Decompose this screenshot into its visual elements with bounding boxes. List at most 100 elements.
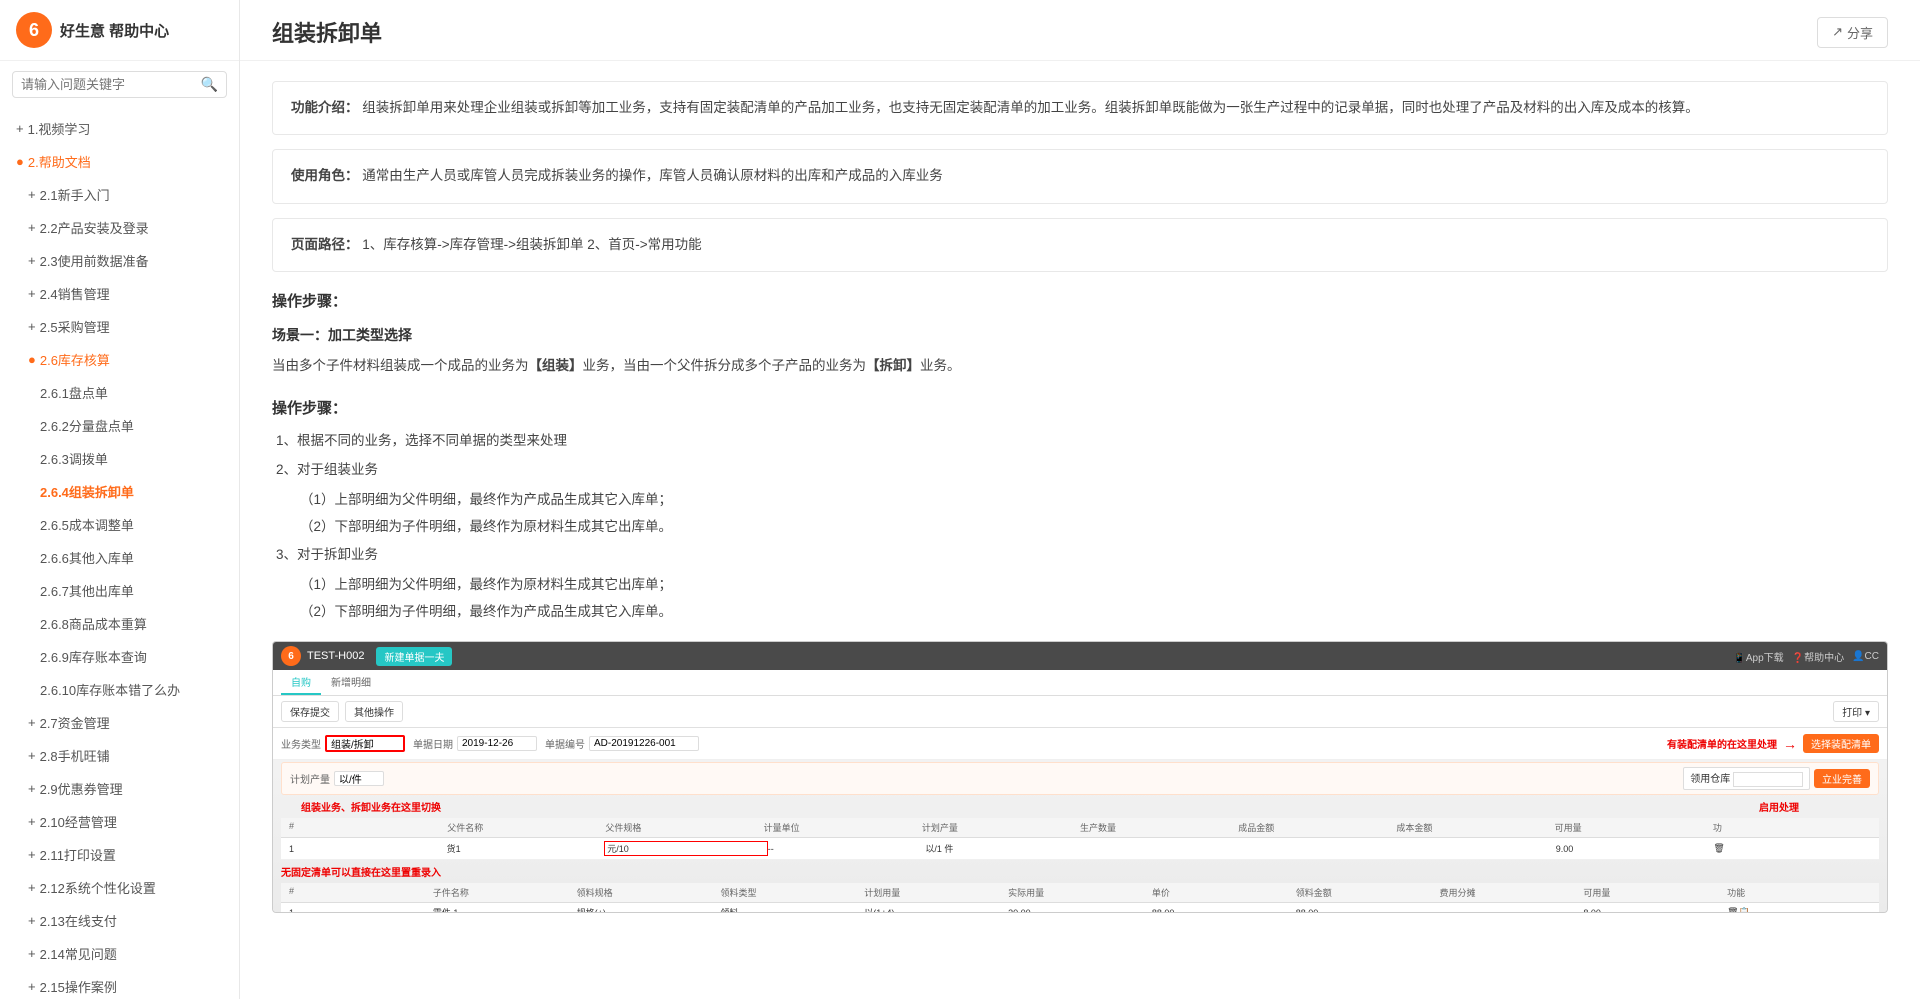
expand-icon: + [28,220,36,235]
expand-icon: + [28,880,36,895]
search-input[interactable] [21,77,201,92]
expand-icon: ● [28,352,36,367]
expand-icon: + [28,253,36,268]
sidebar-item-ledger-err[interactable]: 2.6.10库存账本错了么办 [0,673,239,706]
mock-num-input[interactable] [589,736,699,751]
sidebar-item-purchase[interactable]: + 2.5采购管理 [0,310,239,343]
expand-icon: ● [16,154,24,169]
sidebar-item-label: 2.帮助文档 [28,152,91,171]
step3: 3、对于拆卸业务 [272,542,1888,568]
role-text: 通常由生产人员或库管人员完成拆装业务的操作，库管人员确认原材料的出库和产成品的入… [362,168,943,183]
search-box[interactable]: 🔍 [12,71,227,98]
mock-print-btn[interactable]: 打印 ▾ [1833,701,1879,722]
expand-icon: + [28,913,36,928]
sidebar-item-dataprep[interactable]: + 2.3使用前数据准备 [0,244,239,277]
expand-icon: + [28,715,36,730]
sidebar-item-newcomer[interactable]: + 2.1新手入门 [0,178,239,211]
sidebar-item-print[interactable]: + 2.11打印设置 [0,838,239,871]
sidebar-item-ledger[interactable]: 2.6.9库存账本查询 [0,640,239,673]
mock-annotation2: 组装业务、拆卸业务在这里切换 [301,799,441,814]
mock-top-header: # 父件名称 父件规格 计量单位 计划产量 生产数量 成品金额 成本金额 可用量… [281,818,1879,838]
expand-icon: + [28,814,36,829]
sidebar-item-video[interactable]: + 1.视频学习 [0,112,239,145]
sidebar-item-inventory[interactable]: ● 2.6库存核算 [0,343,239,376]
mock-user-icon: 👤CC [1852,651,1879,662]
sidebar-item-label: 2.6.8商品成本重算 [40,614,147,633]
sidebar-item-mobile[interactable]: + 2.8手机旺铺 [0,739,239,772]
mock-enable-label: 领用仓库 [1690,774,1730,785]
intro-block: 功能介绍： 组装拆卸单用来处理企业组装或拆卸等加工业务，支持有固定装配清单的产品… [272,81,1888,135]
page-title: 组装拆卸单 [272,16,382,48]
sidebar-item-onlinepay[interactable]: + 2.13在线支付 [0,904,239,937]
mock-date-input[interactable] [457,736,537,751]
sidebar-item-label: 2.1新手入门 [40,185,110,204]
sidebar-item-label: 2.6.10库存账本错了么办 [40,680,180,699]
sidebar-item-sort[interactable]: 2.6.3调拨单 [0,442,239,475]
mock-bom-btn[interactable]: 选择装配清单 [1803,734,1879,753]
sidebar-item-assemble[interactable]: 2.6.4组装拆卸单 [0,475,239,508]
expand-icon: + [28,319,36,334]
expand-icon: + [16,121,24,136]
sidebar-item-label: 2.6.5成本调整单 [40,515,134,534]
mock-bottom-table: # 子件名称 领料规格 领料类型 计划用量 实际用量 单价 领料金额 费用分摊 … [281,883,1879,912]
mock-qty-input[interactable] [334,771,384,786]
sidebar-item-split[interactable]: 2.6.2分量盘点单 [0,409,239,442]
sidebar-item-otherout[interactable]: 2.6.7其他出库单 [0,574,239,607]
share-icon: ↗ [1832,24,1843,40]
mock-field-row1: 业务类型 单据日期 单据编号 [273,728,1887,760]
mock-field-num: 单据编号 [545,736,699,751]
sidebar-item-recalc[interactable]: 2.6.8商品成本重算 [0,607,239,640]
intro-text: 组装拆卸单用来处理企业组装或拆卸等加工业务，支持有固定装配清单的产品加工业务，也… [362,100,1699,115]
steps-label: 操作步骤： [272,397,1888,418]
mock-tab-add[interactable]: 新增明细 [321,670,381,695]
sidebar-item-label: 2.6.2分量盘点单 [40,416,134,435]
role-label: 使用角色： [291,168,359,183]
expand-icon: + [28,781,36,796]
share-button[interactable]: ↗ 分享 [1817,17,1888,48]
mock-qty-label: 计划产量 [290,771,330,786]
sidebar-item-label: 2.13在线支付 [40,911,117,930]
sidebar-item-sysconfig[interactable]: + 2.12系统个性化设置 [0,871,239,904]
mock-toolbar: 保存提交 其他操作 打印 ▾ [273,696,1887,728]
sidebar-item-ops[interactable]: + 2.10经营管理 [0,805,239,838]
sidebar-item-install[interactable]: + 2.2产品安装及登录 [0,211,239,244]
mock-save-btn[interactable]: 保存提交 [281,701,339,722]
sidebar-item-label: 2.7资金管理 [40,713,110,732]
mock-ops-btn[interactable]: 其他操作 [345,701,403,722]
mock-top-table: # 父件名称 父件规格 计量单位 计划产量 生产数量 成品金额 成本金额 可用量… [281,818,1879,860]
step2-sub1: （1）上部明细为父件明细，最终作为产成品生成其它入库单； [272,487,1888,513]
expand-icon: + [28,286,36,301]
step3-sub2: （2）下部明细为子件明细，最终作为产成品生成其它入库单。 [272,599,1888,625]
sidebar-item-label: 2.5采购管理 [40,317,110,336]
sidebar-item-label: 2.6.4组装拆卸单 [40,482,134,501]
sidebar-item-cost[interactable]: 2.6.5成本调整单 [0,508,239,541]
mock-type-label: 业务类型 [281,736,321,751]
mock-arrow1: → [1783,736,1797,752]
role-block: 使用角色： 通常由生产人员或库管人员完成拆装业务的操作，库管人员确认原材料的出库… [272,149,1888,203]
sidebar-item-count[interactable]: 2.6.1盘点单 [0,376,239,409]
sidebar-item-finance[interactable]: + 2.7资金管理 [0,706,239,739]
mock-new-btn[interactable]: 新建单据一夫 [376,647,452,666]
sidebar-item-cases[interactable]: + 2.15操作案例 [0,970,239,999]
page-header: 组装拆卸单 ↗ 分享 [240,0,1920,61]
sidebar-item-label: 2.6.9库存账本查询 [40,647,147,666]
mock-bottom-row1: 1 零件 1 规格(+) 领料 以(1+4) 30.00 88.00 88.00… [281,903,1879,912]
sidebar-item-faq[interactable]: + 2.14常见问题 [0,937,239,970]
mock-type-input[interactable] [325,735,405,752]
mock-field-qty: 计划产量 [290,771,384,786]
step1: 1、根据不同的业务，选择不同单据的类型来处理 [272,428,1888,454]
sidebar-item-otherin[interactable]: 2.6.6其他入库单 [0,541,239,574]
mock-field-date: 单据日期 [413,736,537,751]
sidebar-item-label: 2.6.3调拨单 [40,449,108,468]
path-label: 页面路径： [291,237,359,252]
mock-tab-zigou[interactable]: 自购 [281,670,321,695]
sidebar-item-docs[interactable]: ● 2.帮助文档 [0,145,239,178]
mock-confirm-btn[interactable]: 立业完善 [1814,769,1870,788]
search-icon[interactable]: 🔍 [201,76,218,93]
sidebar-item-label: 2.3使用前数据准备 [40,251,149,270]
sidebar-item-coupon[interactable]: + 2.9优惠券管理 [0,772,239,805]
mock-warehouse-input[interactable] [1733,772,1803,787]
mock-annotation3: 启用处理 [1759,799,1799,814]
screenshot-inner: 6 TEST-H002 新建单据一夫 📱App下载 ❓帮助中心 👤CC [273,642,1887,912]
sidebar-item-sales[interactable]: + 2.4销售管理 [0,277,239,310]
